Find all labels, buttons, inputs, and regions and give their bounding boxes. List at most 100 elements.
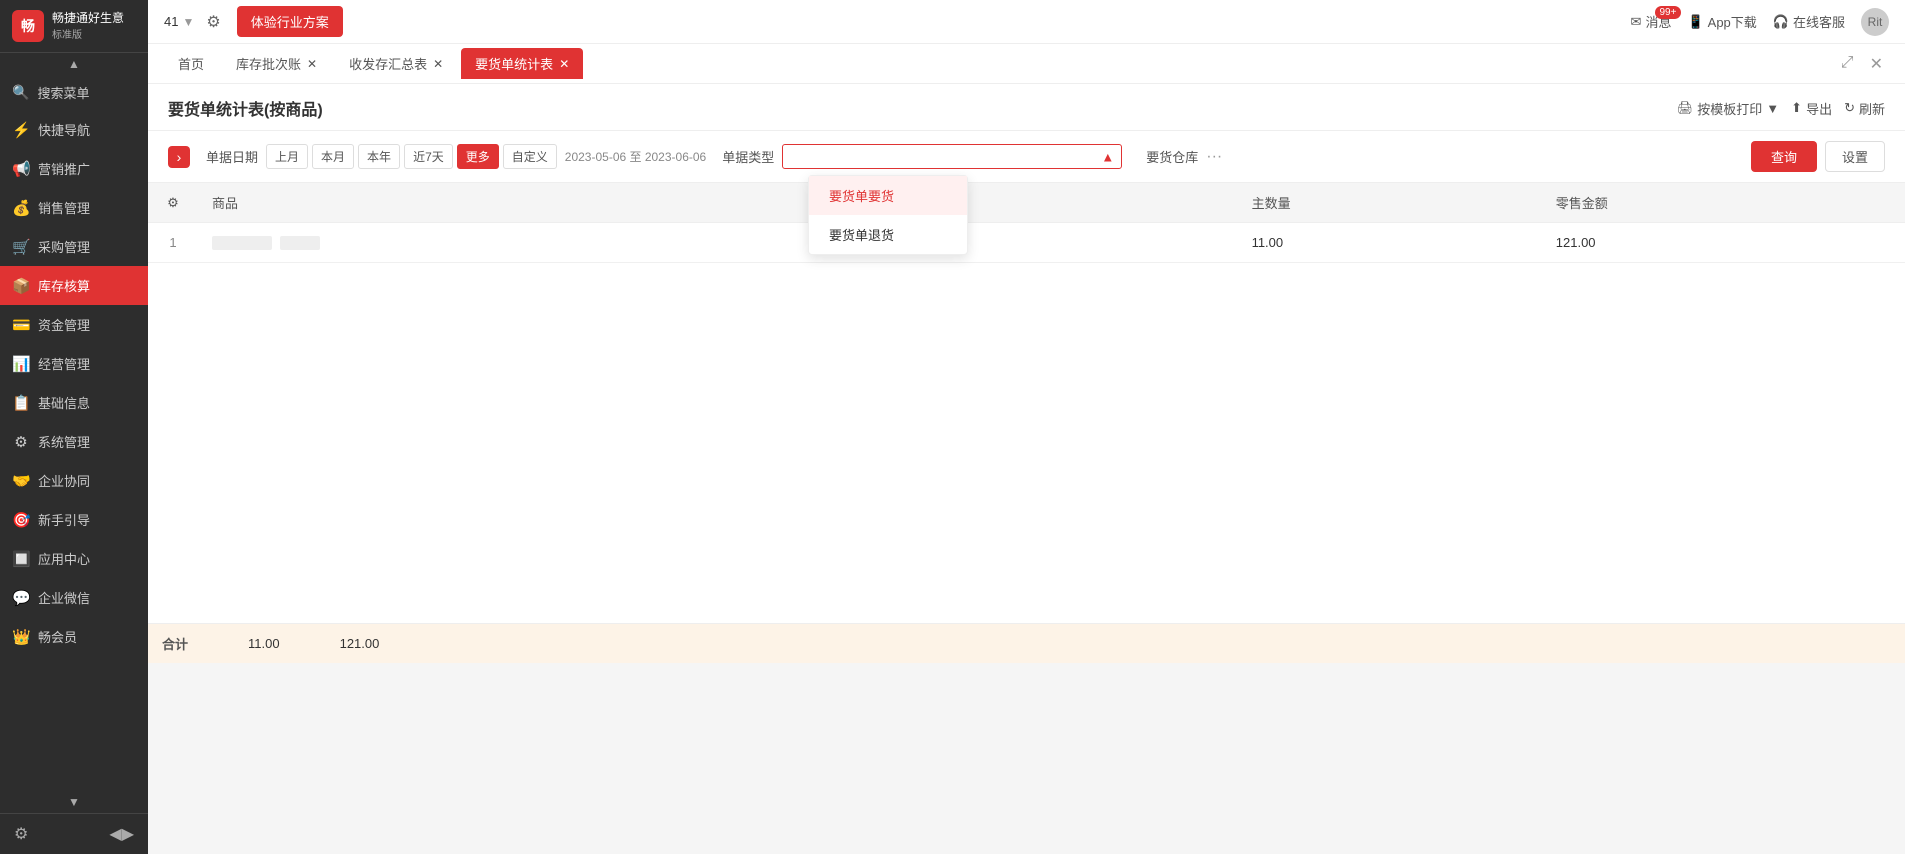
date-btn-7days[interactable]: 近7天 — [404, 144, 453, 169]
set-button[interactable]: 设置 — [1825, 141, 1885, 172]
type-label: 单据类型 — [722, 147, 774, 166]
store-number: 41 — [164, 14, 178, 29]
sidebar-search[interactable]: 🔍 搜索菜单 — [0, 75, 148, 110]
tab-expand-icon[interactable]: ⤢ — [1835, 52, 1860, 76]
avatar-text: Rit — [1868, 15, 1883, 29]
sidebar-scroll-up[interactable]: ▲ — [0, 53, 148, 75]
date-btn-custom[interactable]: 自定义 — [503, 144, 557, 169]
sidebar-item-member[interactable]: 👑 畅会员 — [0, 617, 148, 656]
sidebar-item-basic[interactable]: 📋 基础信息 — [0, 383, 148, 422]
footer-qty: 11.00 — [248, 636, 280, 651]
settings-icon[interactable]: ⚙ — [14, 824, 28, 844]
store-selector[interactable]: 41 ▼ — [164, 14, 194, 29]
tab-order-stat[interactable]: 要货单统计表 ✕ — [461, 48, 583, 79]
tab-receivable[interactable]: 收发存汇总表 ✕ — [335, 48, 457, 79]
col-settings[interactable]: ⚙ — [148, 183, 198, 223]
sidebar-item-operations[interactable]: 📊 经营管理 — [0, 344, 148, 383]
logo-icon: 畅 — [12, 10, 44, 42]
sidebar-nav: ⚡ 快捷导航 📢 营销推广 💰 销售管理 🛒 采购管理 📦 库存核算 💳 资金管… — [0, 110, 148, 791]
sidebar-item-quick-nav[interactable]: ⚡ 快捷导航 — [0, 110, 148, 149]
service-button[interactable]: 🎧 在线客服 — [1773, 12, 1845, 31]
data-table-wrapper: ⚙ 商品 主计量单位 主数量 零售金额 1 — [148, 183, 1905, 663]
member-icon: 👑 — [12, 628, 30, 646]
tab-home[interactable]: 首页 — [164, 48, 218, 79]
tab-bar: 首页 库存批次账 ✕ 收发存汇总表 ✕ 要货单统计表 ✕ ⤢ ✕ — [148, 44, 1905, 84]
tab-receivable-close-icon[interactable]: ✕ — [433, 57, 443, 71]
sidebar-item-inventory[interactable]: 📦 库存核算 — [0, 266, 148, 305]
gear-icon[interactable]: ⚙ — [206, 12, 220, 32]
table-header: ⚙ 商品 主计量单位 主数量 零售金额 — [148, 183, 1905, 223]
sidebar-item-label: 销售管理 — [38, 198, 90, 217]
type-filter-group: 单据类型 ▲ — [722, 144, 1122, 169]
tab-close-all-icon[interactable]: ✕ — [1864, 52, 1889, 76]
refresh-button[interactable]: ↻ 刷新 — [1844, 99, 1885, 118]
sidebar-item-label: 基础信息 — [38, 393, 90, 412]
filter-actions: 查询 设置 — [1751, 141, 1885, 172]
sidebar-item-label: 畅会员 — [38, 627, 77, 646]
finance-icon: 💳 — [12, 316, 30, 334]
sidebar-item-wechat[interactable]: 💬 企业微信 — [0, 578, 148, 617]
sidebar-item-apps[interactable]: 🔲 应用中心 — [0, 539, 148, 578]
footer-amount: 121.00 — [340, 636, 380, 651]
store-arrow-icon: ▼ — [182, 15, 194, 29]
sidebar-item-marketing[interactable]: 📢 营销推广 — [0, 149, 148, 188]
sidebar-item-enterprise[interactable]: 🤝 企业协同 — [0, 461, 148, 500]
app-download-button[interactable]: 📱 App下载 — [1687, 12, 1756, 31]
query-button[interactable]: 查询 — [1751, 141, 1817, 172]
dropdown-item-order-return[interactable]: 要货单退货 — [809, 215, 967, 254]
dropdown-item-order-goods[interactable]: 要货单要货 — [809, 176, 967, 215]
sidebar-bottom: ⚙ ◀▶ — [0, 813, 148, 854]
sidebar-item-purchase[interactable]: 🛒 采购管理 — [0, 227, 148, 266]
col-qty: 主数量 — [1238, 183, 1542, 223]
col-product: 商品 — [198, 183, 815, 223]
date-more-badge[interactable]: 更多 — [457, 144, 499, 169]
sidebar-item-label: 快捷导航 — [38, 120, 90, 139]
print-label: 按模板打印 — [1697, 99, 1762, 118]
tab-batch[interactable]: 库存批次账 ✕ — [222, 48, 331, 79]
footer-label: 合计 — [162, 634, 188, 653]
refresh-icon: ↻ — [1844, 100, 1855, 116]
tab-home-label: 首页 — [178, 54, 204, 73]
enterprise-icon: 🤝 — [12, 472, 30, 490]
collapse-icon[interactable]: ◀▶ — [109, 824, 134, 844]
col-amount: 零售金额 — [1542, 183, 1905, 223]
tab-batch-close-icon[interactable]: ✕ — [307, 57, 317, 71]
export-button[interactable]: ⬆ 导出 — [1791, 99, 1832, 118]
type-select-arrow-icon[interactable]: ▲ — [1101, 149, 1114, 164]
page-actions: 🖨 按模板打印 ▼ ⬆ 导出 ↻ 刷新 — [1677, 99, 1885, 118]
promo-button[interactable]: 体验行业方案 — [237, 6, 343, 37]
search-icon: 🔍 — [12, 84, 29, 101]
sidebar-item-finance[interactable]: 💳 资金管理 — [0, 305, 148, 344]
avatar[interactable]: Rit — [1861, 8, 1889, 36]
sidebar-scroll-down[interactable]: ▼ — [0, 791, 148, 813]
warehouse-more-icon[interactable]: ··· — [1206, 148, 1222, 166]
warehouse-filter-group: 要货仓库 ··· — [1146, 147, 1222, 166]
tab-order-stat-close-icon[interactable]: ✕ — [559, 57, 569, 71]
purchase-icon: 🛒 — [12, 238, 30, 256]
sidebar-item-label: 采购管理 — [38, 237, 90, 256]
row-amount: 121.00 — [1542, 223, 1905, 263]
tab-order-stat-label: 要货单统计表 — [475, 54, 553, 73]
message-badge: 99+ — [1655, 6, 1682, 19]
type-select-input[interactable] — [782, 144, 1122, 169]
messages-button[interactable]: ✉ 消息 99+ — [1631, 12, 1672, 31]
service-icon: 🎧 — [1773, 14, 1789, 30]
sidebar-item-guide[interactable]: 🎯 新手引导 — [0, 500, 148, 539]
main: 41 ▼ ⚙ 体验行业方案 ✉ 消息 99+ 📱 App下载 🎧 在线客服 Ri… — [148, 0, 1905, 854]
type-dropdown: 要货单要货 要货单退货 — [808, 175, 968, 255]
date-label: 单据日期 — [206, 147, 258, 166]
date-btn-this-year[interactable]: 本年 — [358, 144, 400, 169]
content: 要货单统计表(按商品) 🖨 按模板打印 ▼ ⬆ 导出 ↻ 刷新 › — [148, 84, 1905, 854]
date-btn-last-month[interactable]: 上月 — [266, 144, 308, 169]
row-qty: 11.00 — [1238, 223, 1542, 263]
topbar-right: ✉ 消息 99+ 📱 App下载 🎧 在线客服 Rit — [1631, 8, 1889, 36]
sidebar-item-sales[interactable]: 💰 销售管理 — [0, 188, 148, 227]
quick-nav-icon: ⚡ — [12, 121, 30, 139]
print-button[interactable]: 🖨 按模板打印 ▼ — [1677, 99, 1779, 118]
row-index: 1 — [148, 223, 198, 263]
sidebar-item-system[interactable]: ⚙ 系统管理 — [0, 422, 148, 461]
expand-button[interactable]: › — [168, 146, 190, 168]
logo-sub: 标准版 — [52, 26, 124, 41]
app-label: App下载 — [1708, 12, 1757, 31]
date-btn-this-month[interactable]: 本月 — [312, 144, 354, 169]
